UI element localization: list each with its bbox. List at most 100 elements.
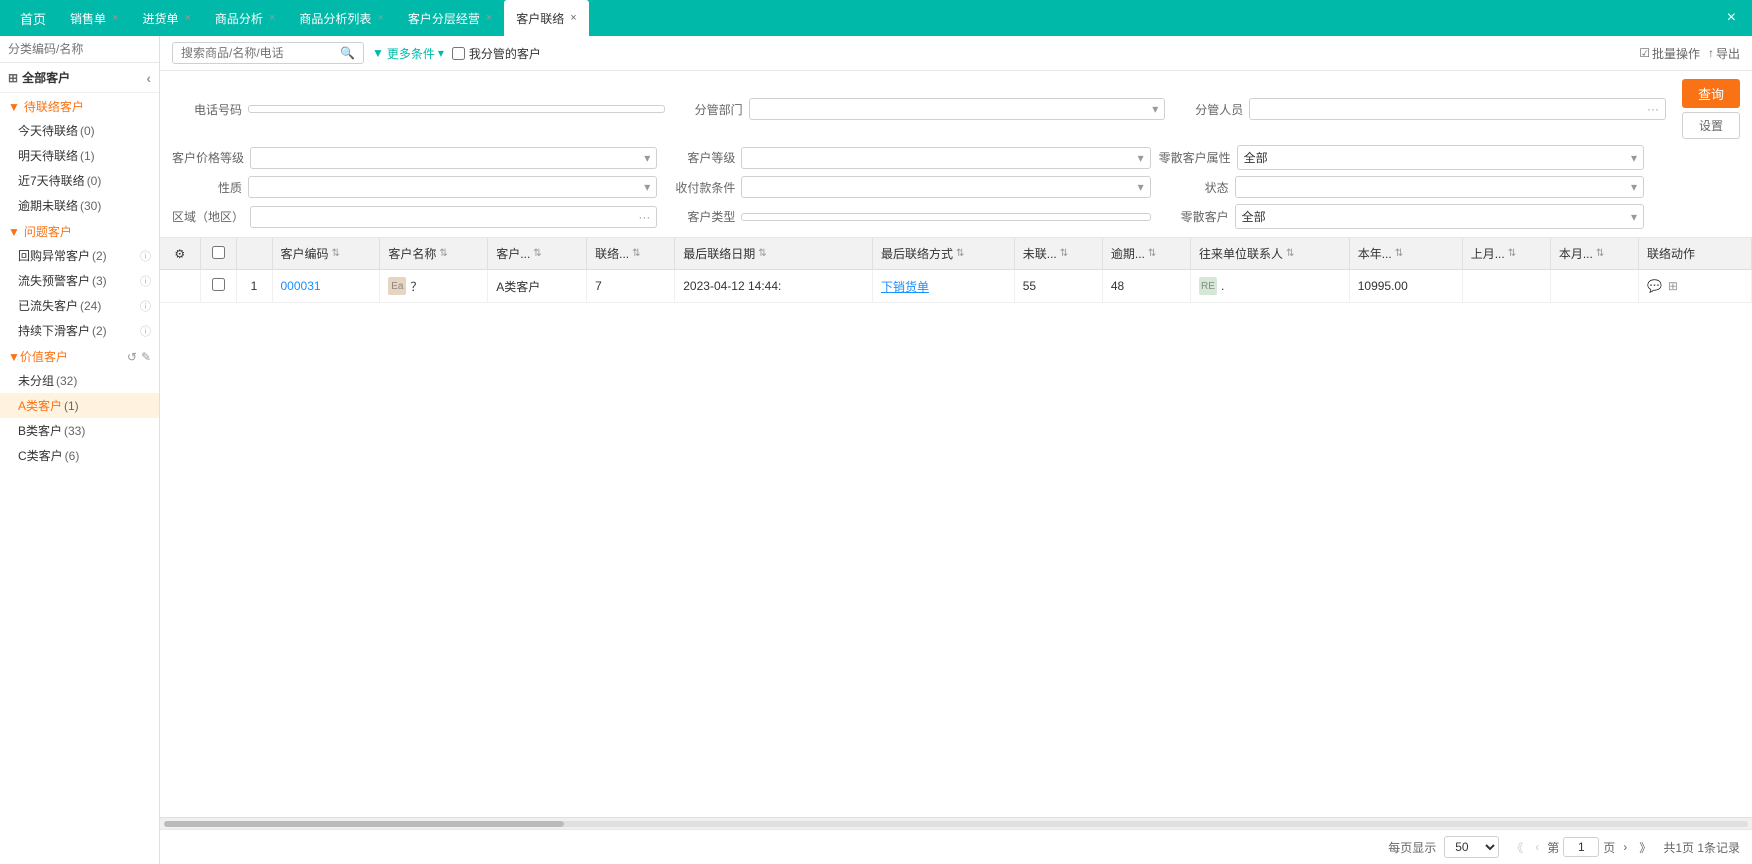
sidebar-item-repurchase-abnormal[interactable]: 回购异常客户 (2) ⓘ <box>0 243 159 268</box>
settings-button[interactable]: 设置 <box>1682 112 1740 139</box>
row-checkbox[interactable] <box>212 278 225 291</box>
th-type[interactable]: 客户... ⇅ <box>488 238 587 270</box>
filter-customer-level-select[interactable]: ▾ <box>741 147 1150 169</box>
sidebar-item-tomorrow[interactable]: 明天待联络 (1) <box>0 143 159 168</box>
sidebar-group-value[interactable]: ▼ 价值客户 ↺ ✎ <box>0 343 159 368</box>
th-contact[interactable]: 联络... ⇅ <box>587 238 675 270</box>
th-this-month[interactable]: 本月... ⇅ <box>1550 238 1638 270</box>
close-all-button[interactable]: × <box>1719 9 1744 27</box>
edit-icon[interactable]: ✎ <box>141 350 151 364</box>
sidebar-item-class-a[interactable]: A类客户 (1) <box>0 393 159 418</box>
filter-phone-input[interactable] <box>248 105 665 113</box>
filter-payment: 收付款条件 ▾ <box>665 176 1150 198</box>
sidebar-item-7days[interactable]: 近7天待联络 (0) <box>0 168 159 193</box>
chevron-down-icon-price: ▾ <box>644 151 650 165</box>
filter-retail-attr-select[interactable]: 全部 ▾ <box>1237 145 1644 170</box>
grid-action-icon[interactable]: ⊞ <box>1668 279 1678 293</box>
chat-action-icon[interactable]: 💬 <box>1647 279 1662 293</box>
nav-tab-purchase[interactable]: 进货单 × <box>130 0 202 36</box>
first-page-button[interactable]: 《 <box>1507 837 1527 858</box>
sidebar-group-problem[interactable]: ▼ 问题客户 <box>0 218 159 243</box>
sidebar-item-class-c[interactable]: C类客户 (6) <box>0 443 159 468</box>
dots-icon-person: ··· <box>1647 102 1659 116</box>
nav-tab-sales[interactable]: 销售单 × <box>58 0 130 36</box>
sidebar-item-lost-warning[interactable]: 流失预警客户 (3) ⓘ <box>0 268 159 293</box>
filter-region-select[interactable]: ··· <box>250 206 657 228</box>
close-product-list-tab[interactable]: × <box>377 12 383 24</box>
sidebar-item-lost[interactable]: 已流失客户 (24) ⓘ <box>0 293 159 318</box>
filter-retail-customer-select[interactable]: 全部 ▾ <box>1235 204 1644 229</box>
scrollbar-track[interactable] <box>164 821 1748 827</box>
filter-search-icon[interactable]: 🔍 <box>340 46 355 60</box>
close-product-analysis-tab[interactable]: × <box>269 12 275 24</box>
horizontal-scrollbar[interactable] <box>160 817 1752 829</box>
next-page-button[interactable]: › <box>1619 838 1631 856</box>
refresh-icon[interactable]: ↺ <box>127 350 137 364</box>
sidebar-item-declining[interactable]: 持续下滑客户 (2) ⓘ <box>0 318 159 343</box>
sidebar-search-input[interactable] <box>8 42 160 56</box>
th-overdue[interactable]: 逾期... ⇅ <box>1102 238 1190 270</box>
filter-retail-customer: 零散客户 全部 ▾ <box>1159 204 1644 229</box>
th-company-contact[interactable]: 往来单位联系人 ⇅ <box>1190 238 1349 270</box>
sidebar-item-today[interactable]: 今天待联络 (0) <box>0 118 159 143</box>
sidebar-item-overdue[interactable]: 逾期未联络 (30) <box>0 193 159 218</box>
td-checkbox[interactable] <box>200 270 236 303</box>
sidebar-group-pending[interactable]: ▼ 待联络客户 <box>0 93 159 118</box>
td-last-method[interactable]: 下销货单 <box>872 270 1014 303</box>
scrollbar-thumb[interactable] <box>164 821 564 827</box>
th-last-month[interactable]: 上月... ⇅ <box>1462 238 1550 270</box>
close-purchase-tab[interactable]: × <box>184 12 190 24</box>
my-customer-checkbox[interactable] <box>452 47 465 60</box>
batch-op-button[interactable]: ☑ 批量操作 <box>1639 45 1700 62</box>
filter-customer-type-input[interactable] <box>741 213 1150 221</box>
filter-phone: 电话号码 <box>172 101 665 118</box>
filter-dept-select[interactable]: ▾ <box>749 98 1166 120</box>
prev-page-button[interactable]: ‹ <box>1531 838 1543 856</box>
close-customer-segment-tab[interactable]: × <box>486 12 492 24</box>
th-last-method[interactable]: 最后联络方式 ⇅ <box>872 238 1014 270</box>
export-button[interactable]: ↑ 导出 <box>1708 45 1740 62</box>
nav-tab-customer-segment[interactable]: 客户分层经营 × <box>396 0 504 36</box>
nav-home[interactable]: 首页 <box>8 9 58 28</box>
th-name[interactable]: 客户名称 ⇅ <box>380 238 488 270</box>
nav-tab-customer-contact[interactable]: 客户联络 × <box>504 0 588 36</box>
value-group-actions: ↺ ✎ <box>127 350 151 364</box>
collapse-icon[interactable]: ‹ <box>146 70 151 86</box>
th-this-year[interactable]: 本年... ⇅ <box>1349 238 1462 270</box>
query-button[interactable]: 查询 <box>1682 79 1740 108</box>
sidebar-item-unclassified[interactable]: 未分组 (32) <box>0 368 159 393</box>
more-filter-button[interactable]: ▼ 更多条件 ▾ <box>372 45 444 62</box>
sidebar-item-class-b[interactable]: B类客户 (33) <box>0 418 159 443</box>
filter-status-select[interactable]: ▾ <box>1235 176 1644 198</box>
td-no-contact: 55 <box>1014 270 1102 303</box>
close-sales-tab[interactable]: × <box>112 12 118 24</box>
page-number-input[interactable] <box>1563 837 1599 857</box>
select-all-checkbox[interactable] <box>212 246 225 259</box>
close-customer-contact-tab[interactable]: × <box>570 12 576 24</box>
filter-price-level: 客户价格等级 ▾ <box>172 147 657 169</box>
filter-search-input[interactable] <box>181 46 336 60</box>
filter-price-level-select[interactable]: ▾ <box>250 147 657 169</box>
th-no-contact[interactable]: 未联... ⇅ <box>1014 238 1102 270</box>
filter-payment-select[interactable]: ▾ <box>741 176 1150 198</box>
customer-avatar: Ea <box>388 277 406 295</box>
sidebar: 🔍 ⊞ 全部客户 ‹ ▼ 待联络客户 今天待联络 (0) 明天待联络 (1) 近… <box>0 36 160 864</box>
th-checkbox[interactable] <box>200 238 236 270</box>
group-triangle-icon-2: ▼ <box>8 225 20 239</box>
last-page-button[interactable]: 》 <box>1635 837 1655 858</box>
filter-dept: 分管部门 ▾ <box>673 98 1166 120</box>
page-size-select[interactable]: 50 100 200 <box>1444 836 1499 858</box>
td-name: Ea ？ <box>380 270 488 303</box>
nav-tab-product-analysis[interactable]: 商品分析 × <box>203 0 287 36</box>
filter-person-select[interactable]: ··· <box>1249 98 1666 120</box>
th-code[interactable]: 客户编码 ⇅ <box>272 238 380 270</box>
nav-tab-product-list[interactable]: 商品分析列表 × <box>287 0 395 36</box>
th-settings[interactable]: ⚙ <box>160 238 200 270</box>
settings-icon[interactable]: ⚙ <box>174 247 185 261</box>
sidebar-all-customers[interactable]: ⊞ 全部客户 ‹ <box>0 63 159 93</box>
th-last-date[interactable]: 最后联络日期 ⇅ <box>675 238 873 270</box>
pagination-bar: 每页显示 50 100 200 《 ‹ 第 页 › 》 共1页 1条记录 <box>160 829 1752 864</box>
filter-nature-select[interactable]: ▾ <box>248 176 657 198</box>
my-customer-filter[interactable]: 我分管的客户 <box>452 45 541 62</box>
td-code[interactable]: 000031 <box>272 270 380 303</box>
